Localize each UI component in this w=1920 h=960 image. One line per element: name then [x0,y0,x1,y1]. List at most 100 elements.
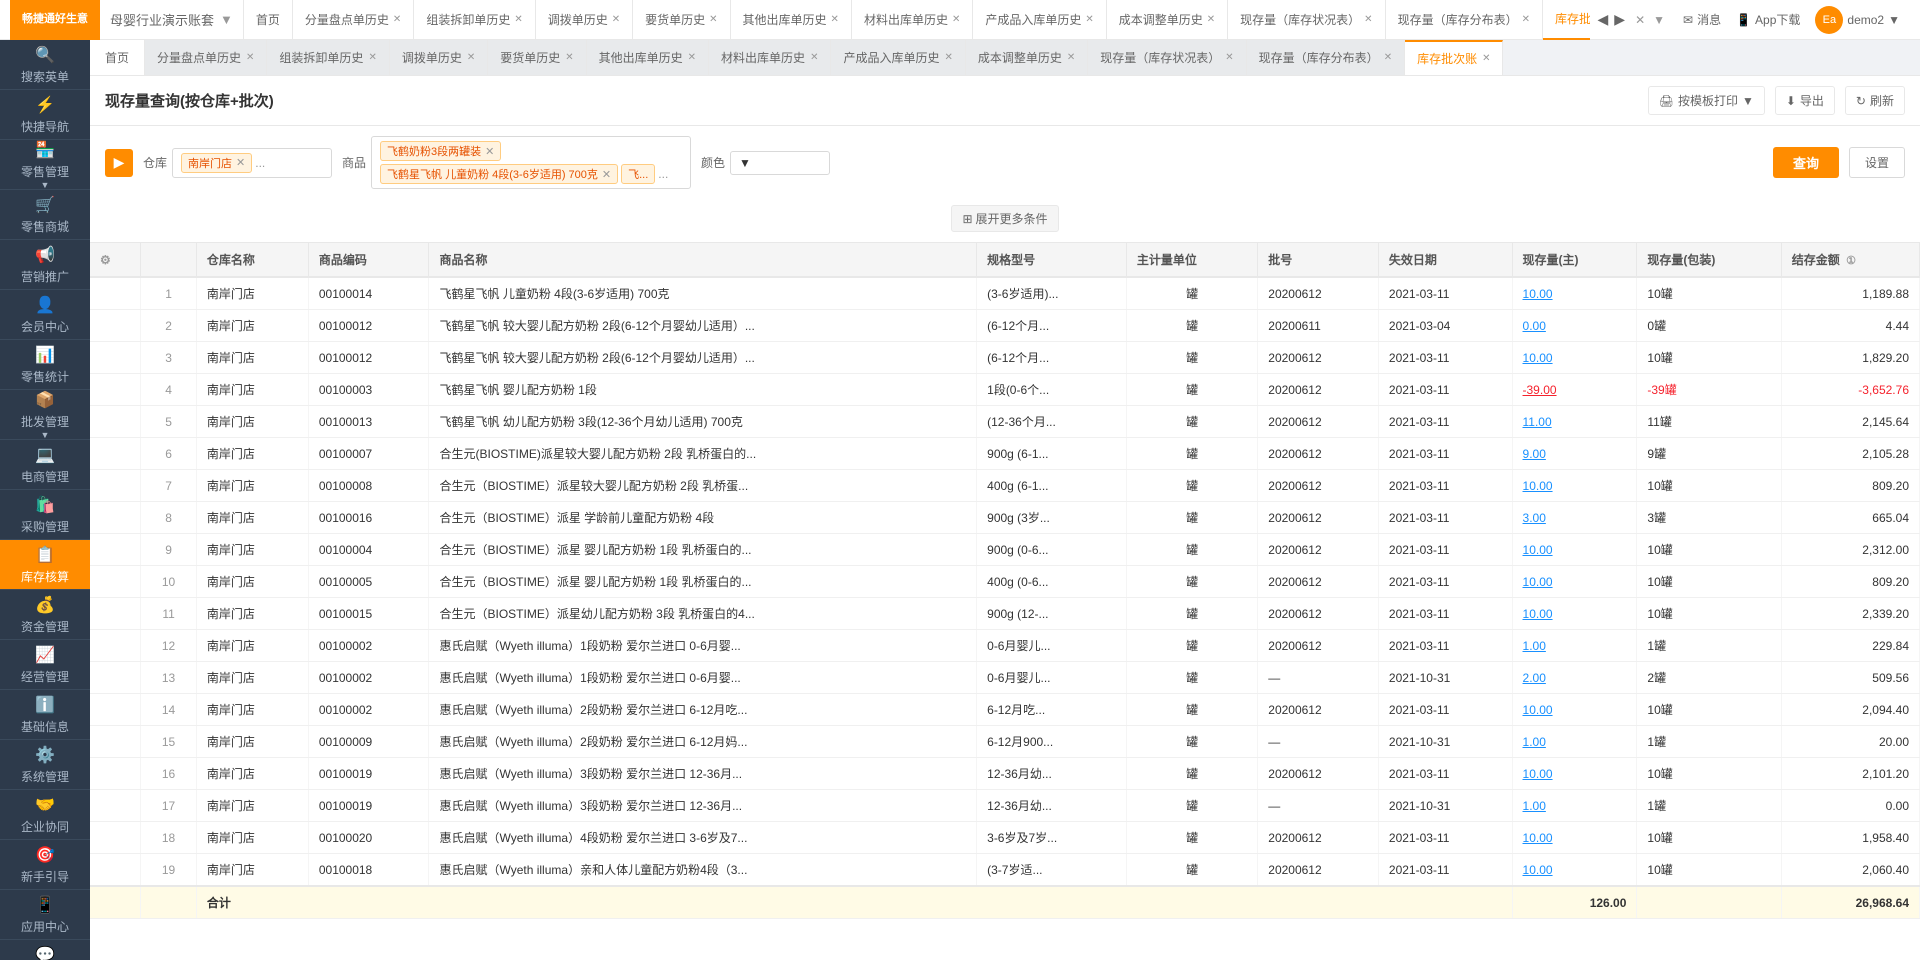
secondary-tab[interactable]: 库存批次账✕ [1405,40,1503,76]
tab-close-icon[interactable]: ✕ [709,14,717,25]
secondary-tab[interactable]: 分量盘点单历史✕ [145,40,267,76]
sidebar-item-电商管理[interactable]: 💻 电商管理 [0,440,90,490]
sidebar-item-零售管理[interactable]: 🏪 零售管理 ▼ [0,140,90,190]
tab-close-icon[interactable]: ✕ [1364,14,1372,25]
table-row: 3 南岸门店 00100012 飞鹤星飞帆 较大婴儿配方奶粉 2段(6-12个月… [90,342,1920,374]
export-button[interactable]: ⬇ 导出 [1775,86,1835,115]
nav-tab[interactable]: 首页 [244,0,293,40]
sec-tab-close[interactable]: ✕ [1225,52,1233,63]
sidebar-item-搜索英单[interactable]: 🔍 搜索英单 [0,40,90,90]
app-download-btn[interactable]: 📱 App下载 [1736,11,1800,28]
secondary-tab[interactable]: 首页 [90,40,145,76]
sidebar-label: 零售管理 [21,163,69,180]
product-tag-2-close[interactable]: ✕ [602,168,611,181]
tab-close-icon[interactable]: ✕ [831,14,839,25]
sidebar-item-企业协同[interactable]: 🤝 企业协同 [0,790,90,840]
sec-tab-close[interactable]: ✕ [565,52,573,63]
sec-tab-close[interactable]: ✕ [246,52,254,63]
sidebar-arrow: ▼ [41,430,50,440]
secondary-tab[interactable]: 成本调整单历史✕ [966,40,1088,76]
secondary-tab[interactable]: 材料出库单历史✕ [709,40,831,76]
color-input[interactable]: ▼ [730,151,830,175]
nav-tab[interactable]: 现存量（库存状况表）✕ [1228,0,1385,40]
sidebar-item-库存核算[interactable]: 📋 库存核算 [0,540,90,590]
secondary-tab[interactable]: 现存量（库存状况表）✕ [1088,40,1246,76]
secondary-tab[interactable]: 要货单历史✕ [488,40,586,76]
nav-tab[interactable]: 组装拆卸单历史✕ [414,0,535,40]
tab-close-icon[interactable]: ✕ [612,14,620,25]
sidebar-item-基础信息[interactable]: ℹ️ 基础信息 [0,690,90,740]
sidebar-item-资金管理[interactable]: 💰 资金管理 [0,590,90,640]
sec-tab-close[interactable]: ✕ [368,52,376,63]
sec-tab-close[interactable]: ✕ [467,52,475,63]
print-button[interactable]: 🖨 按模板打印 ▼ [1648,86,1765,115]
sidebar-item-经营管理[interactable]: 📈 经营管理 [0,640,90,690]
sidebar-icon: 🤝 [35,795,55,815]
sec-tab-close[interactable]: ✕ [688,52,696,63]
nav-tabs: 首页分量盘点单历史✕组装拆卸单历史✕调拨单历史✕要货单历史✕其他出库单历史✕材料… [244,0,1590,40]
warehouse-input[interactable]: 南岸门店 ✕ ... [172,148,332,178]
sec-tab-close[interactable]: ✕ [944,52,952,63]
col-settings[interactable]: ⚙ [90,243,141,277]
nav-tab[interactable]: 成本调整单历史✕ [1107,0,1228,40]
user-avatar-area[interactable]: Ea demo2 ▼ [1815,6,1900,34]
col-name: 商品名称 [429,243,977,277]
warehouse-tag-close[interactable]: ✕ [236,156,245,169]
nav-tab[interactable]: 产成品入库单历史✕ [973,0,1106,40]
table-row: 17 南岸门店 00100019 惠氏启赋（Wyeth illuma）3段奶粉 … [90,790,1920,822]
secondary-tab[interactable]: 其他出库单历史✕ [587,40,709,76]
sidebar-item-新手引导[interactable]: 🎯 新手引导 [0,840,90,890]
expand-conditions-btn[interactable]: ⊞ 展开更多条件 [951,205,1058,232]
product-tag-1-close[interactable]: ✕ [485,145,494,158]
sec-tab-close[interactable]: ✕ [1482,53,1490,64]
nav-tab[interactable]: 现存量（库存分布表）✕ [1386,0,1543,40]
refresh-button[interactable]: ↻ 刷新 [1845,86,1905,115]
tab-close-icon[interactable]: ✕ [393,14,401,25]
nav-tab[interactable]: 调拨单历史✕ [536,0,633,40]
table-row: 15 南岸门店 00100009 惠氏启赋（Wyeth illuma）2段奶粉 … [90,726,1920,758]
secondary-tab[interactable]: 现存量（库存分布表）✕ [1247,40,1405,76]
secondary-tab[interactable]: 产成品入库单历史✕ [831,40,965,76]
total-row: 合计 126.00 26,968.64 [90,886,1920,919]
product-input[interactable]: 飞鹤奶粉3段两罐装 ✕ 飞鹤星飞帆 儿童奶粉 4段(3-6岁适用) 700克 ✕… [371,136,691,189]
tab-close-icon[interactable]: ✕ [1522,14,1530,25]
secondary-tab[interactable]: 组装拆卸单历史✕ [267,40,389,76]
sidebar-item-零售商城[interactable]: 🛒 零售商城 [0,190,90,240]
table-row: 16 南岸门店 00100019 惠氏启赋（Wyeth illuma）3段奶粉 … [90,758,1920,790]
sidebar-item-系统管理[interactable]: ⚙️ 系统管理 [0,740,90,790]
nav-tab[interactable]: 分量盘点单历史✕ [293,0,414,40]
tab-close-icon[interactable]: ✕ [1085,14,1093,25]
message-btn[interactable]: ✉ 消息 [1683,11,1721,28]
table-container[interactable]: ⚙ 仓库名称 商品编码 商品名称 规格型号 主计量单位 批号 失效日期 现存量(… [90,243,1920,960]
nav-tab[interactable]: 库存批次账✕ [1543,0,1590,40]
tab-close-icon[interactable]: ✕ [1207,14,1215,25]
sec-tab-close[interactable]: ✕ [1067,52,1075,63]
nav-tab[interactable]: 要货单历史✕ [633,0,730,40]
nav-tab[interactable]: 材料出库单历史✕ [852,0,973,40]
tab-menu[interactable]: ▼ [1650,13,1668,27]
sidebar-label: 零售商城 [21,218,69,235]
query-button[interactable]: 查询 [1773,147,1839,178]
settings-button[interactable]: 设置 [1849,147,1905,178]
tab-left-arrow[interactable]: ◀ [1595,11,1612,28]
tab-close-icon[interactable]: ✕ [514,14,522,25]
tab-close-icon[interactable]: ✕ [952,14,960,25]
sidebar-item-采购管理[interactable]: 🛍️ 采购管理 [0,490,90,540]
secondary-tab[interactable]: 调拨单历史✕ [390,40,488,76]
tab-scroll-arrows[interactable]: ◀ ▶ ✕ ▼ [1590,11,1674,28]
sidebar-item-零售统计[interactable]: 📊 零售统计 [0,340,90,390]
industry-selector[interactable]: 母婴行业演示账套 ▼ [100,0,244,40]
sec-tab-close[interactable]: ✕ [810,52,818,63]
nav-tab[interactable]: 其他出库单历史✕ [731,0,852,40]
sidebar-item-企业微信[interactable]: 💬 企业微信 [0,940,90,960]
sidebar-item-应用中心[interactable]: 📱 应用中心 [0,890,90,940]
tab-right-arrow[interactable]: ▶ [1611,11,1628,28]
sidebar-item-营销推广[interactable]: 📢 营销推广 [0,240,90,290]
sidebar-item-会员中心[interactable]: 👤 会员中心 [0,290,90,340]
filter-toggle-btn[interactable]: ▶ [105,149,133,177]
sidebar-label: 零售统计 [21,368,69,385]
sec-tab-close[interactable]: ✕ [1384,52,1392,63]
sidebar-item-批发管理[interactable]: 📦 批发管理 ▼ [0,390,90,440]
tab-close-all[interactable]: ✕ [1632,13,1648,27]
sidebar-item-快捷导航[interactable]: ⚡ 快捷导航 [0,90,90,140]
